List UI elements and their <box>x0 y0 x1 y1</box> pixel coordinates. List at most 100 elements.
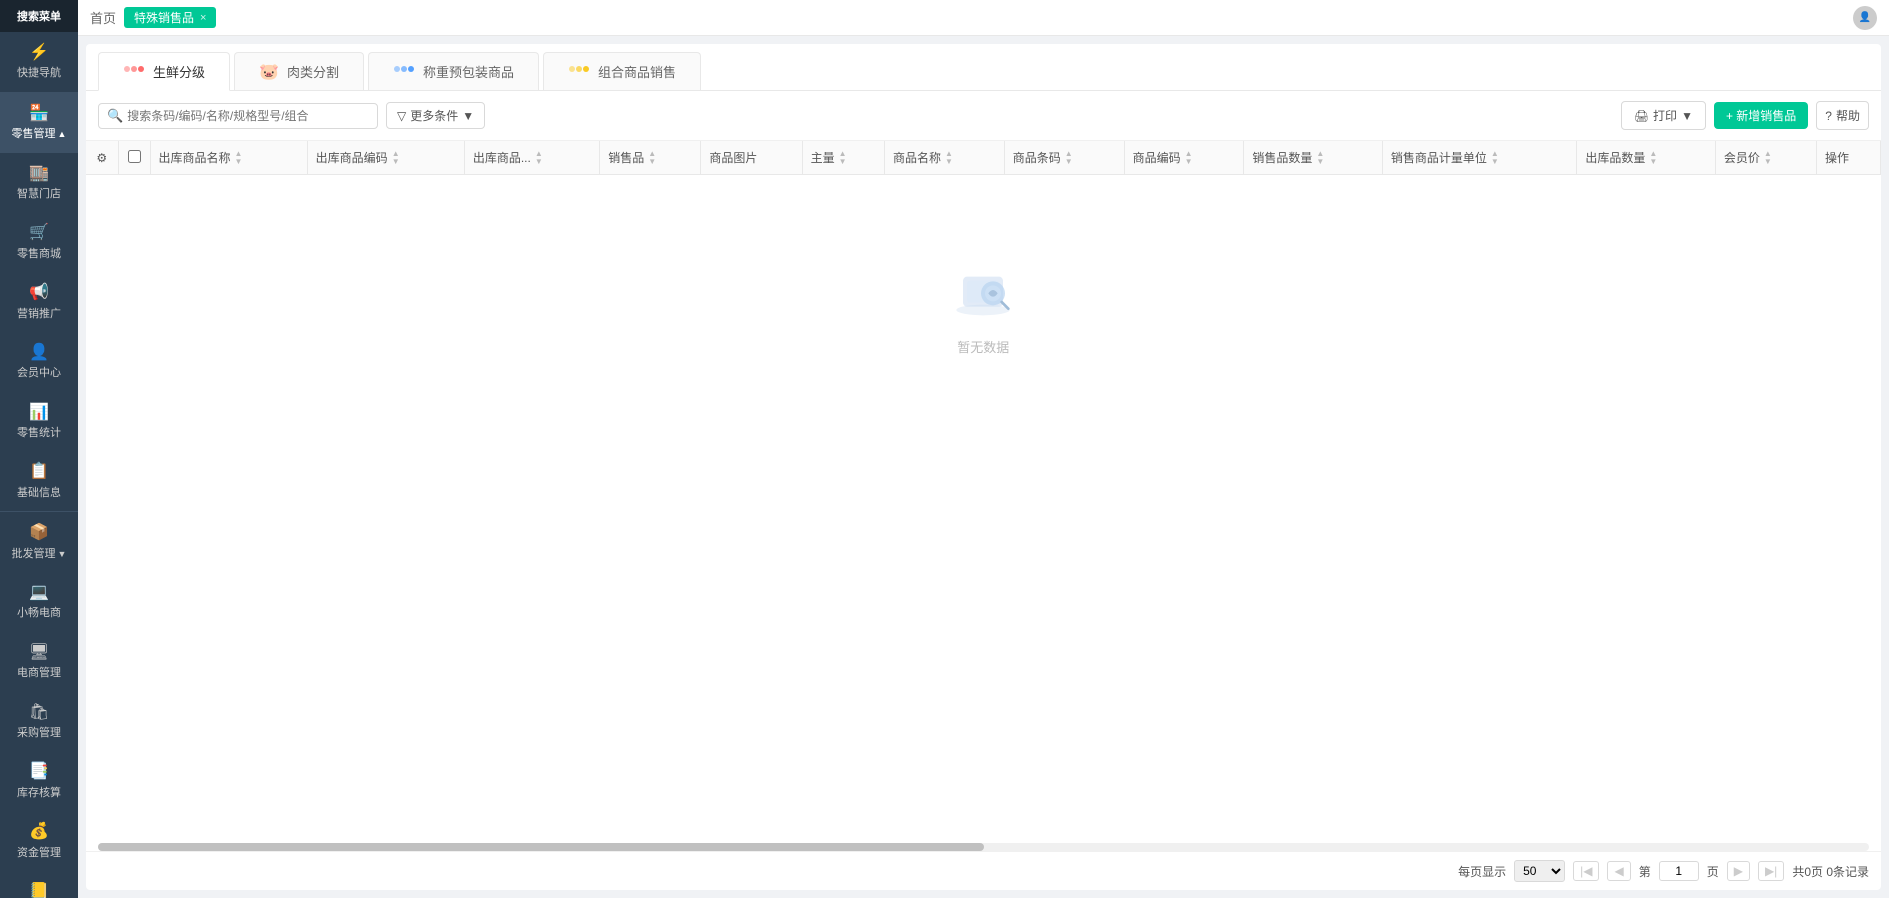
th-member-price[interactable]: 会员价 ▲▼ <box>1715 141 1816 175</box>
prev-page-button[interactable]: ◀ <box>1607 861 1630 881</box>
quick-nav-icon: ⚡ <box>4 42 74 64</box>
pagination-bar: 每页显示 50 10 20 100 |◀ ◀ 第 页 ▶ ▶| 共0页 0条记录 <box>86 851 1881 890</box>
th-checkbox[interactable] <box>118 141 150 175</box>
wholesale-mgmt-icon: 📦 <box>4 522 74 544</box>
last-page-button[interactable]: ▶| <box>1758 861 1784 881</box>
settings-icon: ⚙ <box>96 151 107 165</box>
inventory-icon: 📑 <box>4 761 74 783</box>
general-ledger-icon: 📒 <box>4 881 74 898</box>
active-tab-label: 特殊销售品 <box>134 9 194 26</box>
toolbar-right: 🖨 打印 ▼ + 新增销售品 ? 帮助 <box>1621 101 1869 130</box>
home-link[interactable]: 首页 <box>90 8 116 27</box>
th-sale-item[interactable]: 销售品 ▲▼ <box>600 141 701 175</box>
page-prefix: 第 <box>1639 863 1651 880</box>
search-input[interactable] <box>127 109 369 123</box>
tab-weigh-pack[interactable]: 称重预包装商品 <box>368 52 539 90</box>
topbar-right: 👤 <box>1853 6 1877 30</box>
basic-info-icon: 📋 <box>4 461 74 483</box>
th-out-spec[interactable]: 出库商品... ▲▼ <box>464 141 599 175</box>
first-page-button[interactable]: |◀ <box>1573 861 1599 881</box>
weigh-pack-icon <box>393 61 415 82</box>
content-card: 生鲜分级 🐷 肉类分割 称重预包装商品 <box>86 44 1881 890</box>
table-container: ⚙ 出库商品名称 ▲▼ 出库 <box>86 141 1881 843</box>
filter-icon: ▽ <box>397 109 406 123</box>
tab-meat-cut[interactable]: 🐷 肉类分割 <box>234 52 364 90</box>
th-sale-unit[interactable]: 销售商品计量单位 ▲▼ <box>1382 141 1577 175</box>
main-area: 首页 特殊销售品 × 👤 生鲜分级 🐷 <box>78 0 1889 898</box>
tab-fresh-grade[interactable]: 生鲜分级 <box>98 52 230 91</box>
sidebar-item-ecom-mgmt[interactable]: 🖥 电商管理 <box>0 632 78 692</box>
new-sale-item-button[interactable]: + 新增销售品 <box>1714 102 1808 129</box>
scrollbar-thumb[interactable] <box>98 843 984 851</box>
th-item-name[interactable]: 商品名称 ▲▼ <box>884 141 1004 175</box>
user-avatar: 👤 <box>1853 6 1877 30</box>
tab-bar: 生鲜分级 🐷 肉类分割 称重预包装商品 <box>86 44 1881 91</box>
per-page-select[interactable]: 50 10 20 100 <box>1514 860 1565 882</box>
purchase-mgmt-icon: 🛍 <box>4 702 74 724</box>
toolbar: 🔍 ▽ 更多条件 ▼ 🖨 打印 ▼ + 新增销售品 ? 帮助 <box>86 91 1881 141</box>
topbar: 首页 特殊销售品 × 👤 <box>78 0 1889 36</box>
sidebar-item-basic-info[interactable]: 📋 基础信息 <box>0 451 78 511</box>
next-page-button[interactable]: ▶ <box>1727 861 1750 881</box>
tab-fresh-grade-label: 生鲜分级 <box>153 62 205 81</box>
filter-button[interactable]: ▽ 更多条件 ▼ <box>386 102 485 129</box>
retail-mall-icon: 🛒 <box>4 222 74 244</box>
sidebar-logo: 搜索菜单 <box>0 0 78 32</box>
mini-ecom-icon: 💻 <box>4 582 74 604</box>
sidebar-item-general-ledger[interactable]: 📒 总账管理 <box>0 871 78 898</box>
combo-sales-icon <box>568 61 590 82</box>
page-number-input[interactable] <box>1659 861 1699 881</box>
finance-icon: 💰 <box>4 821 74 843</box>
tab-meat-cut-label: 肉类分割 <box>287 62 339 81</box>
help-button[interactable]: ? 帮助 <box>1816 101 1869 130</box>
sidebar-item-wholesale-mgmt[interactable]: 📦 批发管理▼ <box>0 511 78 572</box>
retail-stats-icon: 📊 <box>4 402 74 424</box>
close-tab-button[interactable]: × <box>200 12 206 24</box>
th-out-code[interactable]: 出库商品编码 ▲▼ <box>307 141 464 175</box>
data-table: ⚙ 出库商品名称 ▲▼ 出库 <box>86 141 1881 436</box>
sidebar-item-finance[interactable]: 💰 资金管理 <box>0 811 78 871</box>
th-out-qty[interactable]: 出库品数量 ▲▼ <box>1577 141 1715 175</box>
th-item-barcode[interactable]: 商品条码 ▲▼ <box>1004 141 1124 175</box>
sidebar-item-inventory[interactable]: 📑 库存核算 <box>0 751 78 811</box>
page-suffix: 页 <box>1707 863 1719 880</box>
total-info: 共0页 0条记录 <box>1792 863 1869 880</box>
sidebar: 搜索菜单 ⚡ 快捷导航 🏪 零售管理▲ 🏬 智慧门店 🛒 零售商城 📢 营销推广… <box>0 0 78 898</box>
sidebar-item-member-center[interactable]: 👤 会员中心 <box>0 332 78 392</box>
horizontal-scrollbar[interactable] <box>98 843 1869 851</box>
print-arrow-icon: ▼ <box>1681 109 1693 123</box>
filter-label: 更多条件 <box>410 107 458 124</box>
select-all-checkbox[interactable] <box>128 150 141 163</box>
print-icon: 🖨 <box>1634 109 1649 123</box>
fresh-grade-icon <box>123 61 145 82</box>
tab-weigh-pack-label: 称重预包装商品 <box>423 62 514 81</box>
sidebar-item-retail-mall[interactable]: 🛒 零售商城 <box>0 212 78 272</box>
th-sale-qty[interactable]: 销售品数量 ▲▼ <box>1244 141 1382 175</box>
sidebar-item-purchase-mgmt[interactable]: 🛍 采购管理 <box>0 692 78 752</box>
th-action: 操作 <box>1817 141 1881 175</box>
filter-arrow-icon: ▼ <box>462 109 474 123</box>
sidebar-item-sales-promo[interactable]: 📢 营销推广 <box>0 272 78 332</box>
sidebar-item-smart-store[interactable]: 🏬 智慧门店 <box>0 153 78 213</box>
active-tab-tag[interactable]: 特殊销售品 × <box>124 7 216 28</box>
meat-cut-icon: 🐷 <box>259 62 279 82</box>
th-settings[interactable]: ⚙ <box>86 141 118 175</box>
th-out-name[interactable]: 出库商品名称 ▲▼ <box>150 141 307 175</box>
th-item-img[interactable]: 商品图片 <box>701 141 802 175</box>
tab-combo-sales-label: 组合商品销售 <box>598 62 676 81</box>
help-icon: ? <box>1825 109 1832 123</box>
sidebar-item-mini-ecom[interactable]: 💻 小畅电商 <box>0 572 78 632</box>
search-box[interactable]: 🔍 <box>98 103 378 129</box>
th-main-weight[interactable]: 主量 ▲▼ <box>802 141 884 175</box>
empty-state: 暂无数据 <box>86 175 1881 436</box>
sidebar-item-retail-stats[interactable]: 📊 零售统计 <box>0 392 78 452</box>
smart-store-icon: 🏬 <box>4 163 74 185</box>
th-item-code[interactable]: 商品编码 ▲▼ <box>1124 141 1244 175</box>
sales-promo-icon: 📢 <box>4 282 74 304</box>
retail-mgmt-icon: 🏪 <box>4 103 74 125</box>
per-page-label: 每页显示 <box>1458 863 1506 880</box>
tab-combo-sales[interactable]: 组合商品销售 <box>543 52 701 90</box>
print-button[interactable]: 🖨 打印 ▼ <box>1621 101 1706 130</box>
sidebar-item-retail-mgmt[interactable]: 🏪 零售管理▲ <box>0 92 78 153</box>
sidebar-item-quick-nav[interactable]: ⚡ 快捷导航 <box>0 32 78 92</box>
